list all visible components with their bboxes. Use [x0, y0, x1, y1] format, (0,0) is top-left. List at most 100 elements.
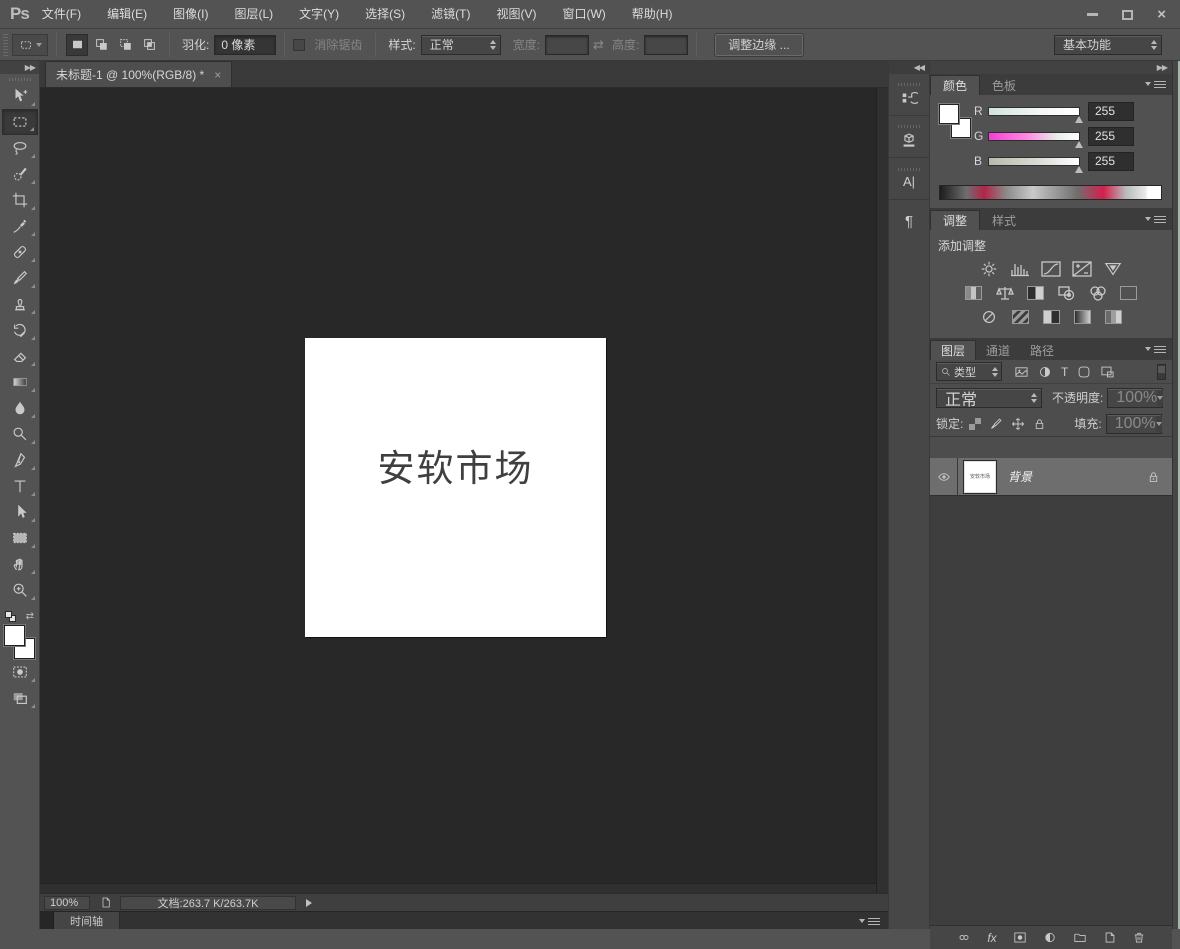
- rectangular-marquee-tool[interactable]: [1, 109, 38, 135]
- feather-input[interactable]: 0 像素: [214, 34, 277, 55]
- lock-all-icon[interactable]: [1033, 417, 1046, 431]
- timeline-menu-icon[interactable]: [859, 917, 880, 925]
- add-layer-mask-icon[interactable]: [1012, 931, 1028, 944]
- document-tab[interactable]: 未标题-1 @ 100%(RGB/8) * ×: [45, 61, 233, 87]
- color-lookup-icon[interactable]: [1118, 284, 1140, 302]
- color-balance-icon[interactable]: [994, 284, 1016, 302]
- tab-swatches[interactable]: 色板: [980, 75, 1028, 95]
- link-layers-icon[interactable]: [956, 931, 972, 944]
- horizontal-type-tool[interactable]: [2, 473, 38, 499]
- foreground-color-swatch[interactable]: [939, 104, 959, 124]
- hand-tool[interactable]: [2, 551, 38, 577]
- menu-layer[interactable]: 图层(L): [221, 0, 286, 29]
- eraser-tool[interactable]: [2, 343, 38, 369]
- lock-pixels-icon[interactable]: [989, 417, 1003, 431]
- red-value-input[interactable]: 255: [1088, 101, 1134, 121]
- levels-icon[interactable]: [1009, 260, 1031, 278]
- document-size-info[interactable]: 文档:263.7 K/263.7K: [120, 895, 296, 910]
- gradient-map-icon[interactable]: [1071, 308, 1093, 326]
- fill-dropdown[interactable]: 100%: [1105, 413, 1162, 434]
- foreground-color-swatch[interactable]: [3, 625, 25, 646]
- green-value-input[interactable]: 255: [1088, 126, 1134, 146]
- menu-file[interactable]: 文件(F): [29, 0, 94, 29]
- new-selection-button[interactable]: [66, 33, 88, 56]
- filter-pixel-layers-icon[interactable]: [1014, 365, 1029, 379]
- tab-channels[interactable]: 通道: [976, 340, 1020, 360]
- zoom-level-input[interactable]: 100%: [44, 895, 90, 910]
- tab-color[interactable]: 颜色: [930, 75, 981, 95]
- selective-color-icon[interactable]: [1102, 308, 1124, 326]
- default-colors-icon[interactable]: [5, 610, 16, 622]
- minimize-button[interactable]: [1087, 13, 1099, 16]
- layer-row-background[interactable]: 安软市场 背景: [930, 458, 1172, 496]
- zoom-tool[interactable]: [2, 577, 38, 603]
- menu-help[interactable]: 帮助(H): [619, 0, 686, 29]
- filter-type-dropdown[interactable]: 类型: [936, 362, 1002, 381]
- dodge-tool[interactable]: [2, 421, 38, 447]
- dock-header[interactable]: ◀◀: [889, 61, 929, 74]
- black-white-icon[interactable]: [1025, 284, 1047, 302]
- blue-value-input[interactable]: 255: [1088, 151, 1134, 171]
- crop-tool[interactable]: [2, 187, 38, 213]
- posterize-icon[interactable]: [1009, 308, 1031, 326]
- clone-stamp-tool[interactable]: [2, 291, 38, 317]
- green-slider[interactable]: [988, 131, 1083, 148]
- color-panel-menu-icon[interactable]: [1145, 80, 1166, 88]
- tab-adjustments[interactable]: 调整: [930, 210, 981, 230]
- tool-preset-picker[interactable]: [12, 33, 48, 56]
- filter-toggle-switch[interactable]: [1157, 363, 1166, 380]
- history-panel-button[interactable]: [889, 74, 929, 116]
- opacity-dropdown[interactable]: 100%: [1107, 387, 1164, 408]
- filter-type-layers-icon[interactable]: T: [1061, 365, 1068, 379]
- vertical-scrollbar[interactable]: [876, 88, 888, 893]
- gradient-tool[interactable]: [2, 369, 38, 395]
- adjustments-panel-menu-icon[interactable]: [1145, 215, 1166, 223]
- close-button[interactable]: ×: [1157, 7, 1166, 22]
- layers-panel-menu-icon[interactable]: [1145, 345, 1166, 353]
- delete-layer-icon[interactable]: [1132, 931, 1146, 944]
- panels-top-bar[interactable]: ▶▶: [930, 61, 1172, 74]
- status-menu-arrow-icon[interactable]: [306, 898, 312, 907]
- screen-mode-button[interactable]: [2, 685, 38, 711]
- path-selection-tool[interactable]: [2, 499, 38, 525]
- intersect-selection-button[interactable]: [138, 34, 160, 56]
- new-adjustment-layer-icon[interactable]: [1043, 931, 1057, 944]
- tab-layers[interactable]: 图层: [930, 340, 977, 360]
- blue-slider[interactable]: [988, 156, 1083, 173]
- layer-thumbnail[interactable]: 安软市场: [963, 459, 997, 494]
- quick-mask-button[interactable]: [2, 659, 38, 685]
- hue-saturation-icon[interactable]: [963, 284, 985, 302]
- blend-mode-dropdown[interactable]: 正常: [936, 387, 1042, 409]
- horizontal-scrollbar[interactable]: [40, 883, 876, 893]
- menu-image[interactable]: 图像(I): [160, 0, 221, 29]
- width-input[interactable]: [545, 34, 590, 55]
- color-spectrum-ramp[interactable]: [939, 185, 1162, 200]
- pen-tool[interactable]: [2, 447, 38, 473]
- swap-dimensions-icon[interactable]: ⇄: [593, 37, 604, 53]
- tab-styles[interactable]: 样式: [980, 210, 1028, 230]
- brightness-contrast-icon[interactable]: [978, 260, 1000, 278]
- channel-mixer-icon[interactable]: [1087, 284, 1109, 302]
- red-slider[interactable]: [988, 106, 1083, 123]
- close-document-icon[interactable]: ×: [214, 68, 221, 82]
- workspace-switcher[interactable]: 基本功能: [1054, 34, 1162, 55]
- new-layer-icon[interactable]: [1103, 931, 1117, 944]
- lasso-tool[interactable]: [2, 135, 38, 161]
- lock-transparency-icon[interactable]: [969, 417, 982, 430]
- subtract-from-selection-button[interactable]: [114, 34, 136, 56]
- slider-thumb-icon[interactable]: [1075, 140, 1083, 148]
- maximize-button[interactable]: [1122, 9, 1134, 20]
- spot-healing-brush-tool[interactable]: [2, 239, 38, 265]
- add-to-selection-button[interactable]: [90, 34, 112, 56]
- eyedropper-tool[interactable]: [2, 213, 38, 239]
- slider-thumb-icon[interactable]: [1075, 115, 1083, 123]
- layer-style-icon[interactable]: fx: [987, 931, 996, 945]
- slider-thumb-icon[interactable]: [1075, 165, 1083, 173]
- new-group-icon[interactable]: [1072, 931, 1088, 944]
- menu-type[interactable]: 文字(Y): [286, 0, 352, 29]
- invert-icon[interactable]: [978, 308, 1000, 326]
- paragraph-panel-button[interactable]: ¶: [889, 200, 929, 242]
- filter-shape-layers-icon[interactable]: [1077, 365, 1091, 379]
- refine-edge-button[interactable]: 调整边缘 ...: [714, 32, 804, 57]
- move-tool[interactable]: [2, 83, 38, 109]
